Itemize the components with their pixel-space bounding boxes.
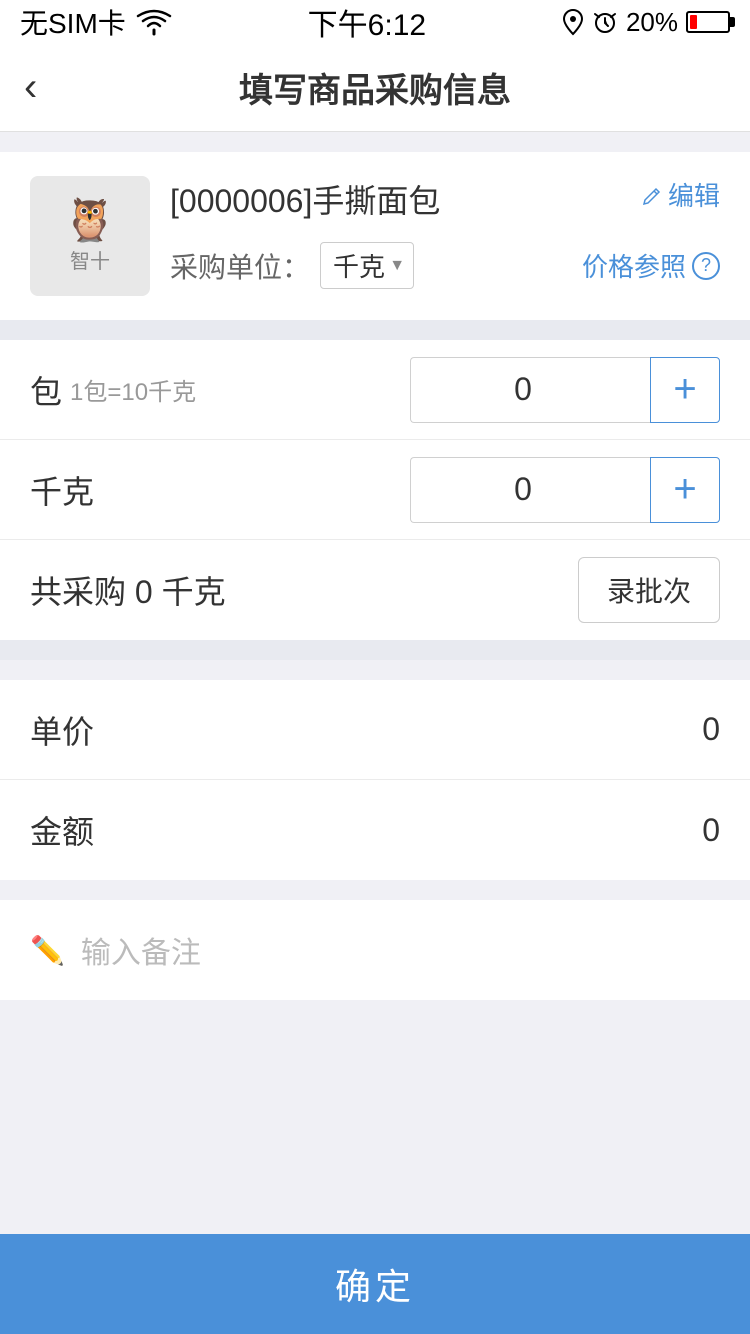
bao-plus-button[interactable]: + — [650, 357, 720, 423]
kg-input[interactable] — [410, 457, 650, 523]
battery-icon — [686, 11, 730, 33]
amount-label: 金额 — [30, 807, 702, 853]
batch-button[interactable]: 录批次 — [578, 557, 720, 623]
status-time: 下午6:12 — [308, 0, 426, 44]
alarm-icon — [592, 8, 618, 36]
product-name: [0000006]手撕面包 — [170, 176, 642, 222]
amount-row: 金额 0 — [0, 780, 750, 880]
kg-input-wrap: + — [410, 457, 720, 523]
carrier-label: 无SIM卡 — [20, 2, 126, 42]
summary-row: 共采购 0 千克 录批次 — [0, 540, 750, 640]
product-logo-icon: 🦉 — [64, 199, 116, 241]
page-title: 填写商品采购信息 — [239, 63, 511, 112]
summary-text: 共采购 0 千克 — [30, 567, 578, 613]
kg-input-row: 千克 + — [0, 440, 750, 540]
location-icon — [562, 8, 584, 36]
notes-section[interactable]: ✏️ 输入备注 — [0, 900, 750, 1000]
input-section: 包 1包=10千克 + 千克 + — [0, 340, 750, 540]
price-section: 单价 0 金额 0 — [0, 680, 750, 880]
section-divider-1 — [0, 320, 750, 340]
wifi-icon — [136, 8, 172, 36]
bao-input[interactable] — [410, 357, 650, 423]
unit-dropdown[interactable]: 千克 — [320, 242, 414, 289]
info-icon: ? — [692, 252, 720, 280]
unit-price-label: 单价 — [30, 707, 702, 753]
product-card: 🦉 智十 [0000006]手撕面包 编辑 采购单位： 千克 — [0, 152, 750, 320]
bao-label: 包 — [30, 367, 62, 413]
amount-value: 0 — [702, 812, 720, 849]
bao-sublabel: 1包=10千克 — [70, 372, 196, 407]
product-info: [0000006]手撕面包 编辑 采购单位： 千克 价格参照 ? — [170, 176, 720, 289]
unit-price-row: 单价 0 — [0, 680, 750, 780]
back-button[interactable]: ‹ — [24, 65, 37, 110]
product-logo-text: 智十 — [70, 245, 110, 274]
price-ref-button[interactable]: 价格参照 ? — [582, 247, 720, 284]
bao-input-row: 包 1包=10千克 + — [0, 340, 750, 440]
kg-label: 千克 — [30, 467, 94, 513]
status-right: 20% — [562, 7, 730, 38]
confirm-button[interactable]: 确定 — [0, 1234, 750, 1334]
pencil-icon: ✏️ — [30, 934, 65, 967]
edit-button[interactable]: 编辑 — [642, 176, 720, 213]
status-left: 无SIM卡 — [20, 2, 172, 42]
product-header: [0000006]手撕面包 编辑 — [170, 176, 720, 222]
unit-label: 采购单位： — [170, 246, 310, 286]
unit-price-value: 0 — [702, 711, 720, 748]
product-unit-row: 采购单位： 千克 价格参照 ? — [170, 242, 720, 289]
section-divider-2 — [0, 640, 750, 660]
kg-plus-button[interactable]: + — [650, 457, 720, 523]
battery-percent: 20% — [626, 7, 678, 38]
product-image: 🦉 智十 — [30, 176, 150, 296]
nav-bar: ‹ 填写商品采购信息 — [0, 44, 750, 132]
notes-placeholder: 输入备注 — [81, 928, 201, 972]
bao-input-wrap: + — [410, 357, 720, 423]
edit-icon — [642, 184, 664, 206]
status-bar: 无SIM卡 下午6:12 20% — [0, 0, 750, 44]
